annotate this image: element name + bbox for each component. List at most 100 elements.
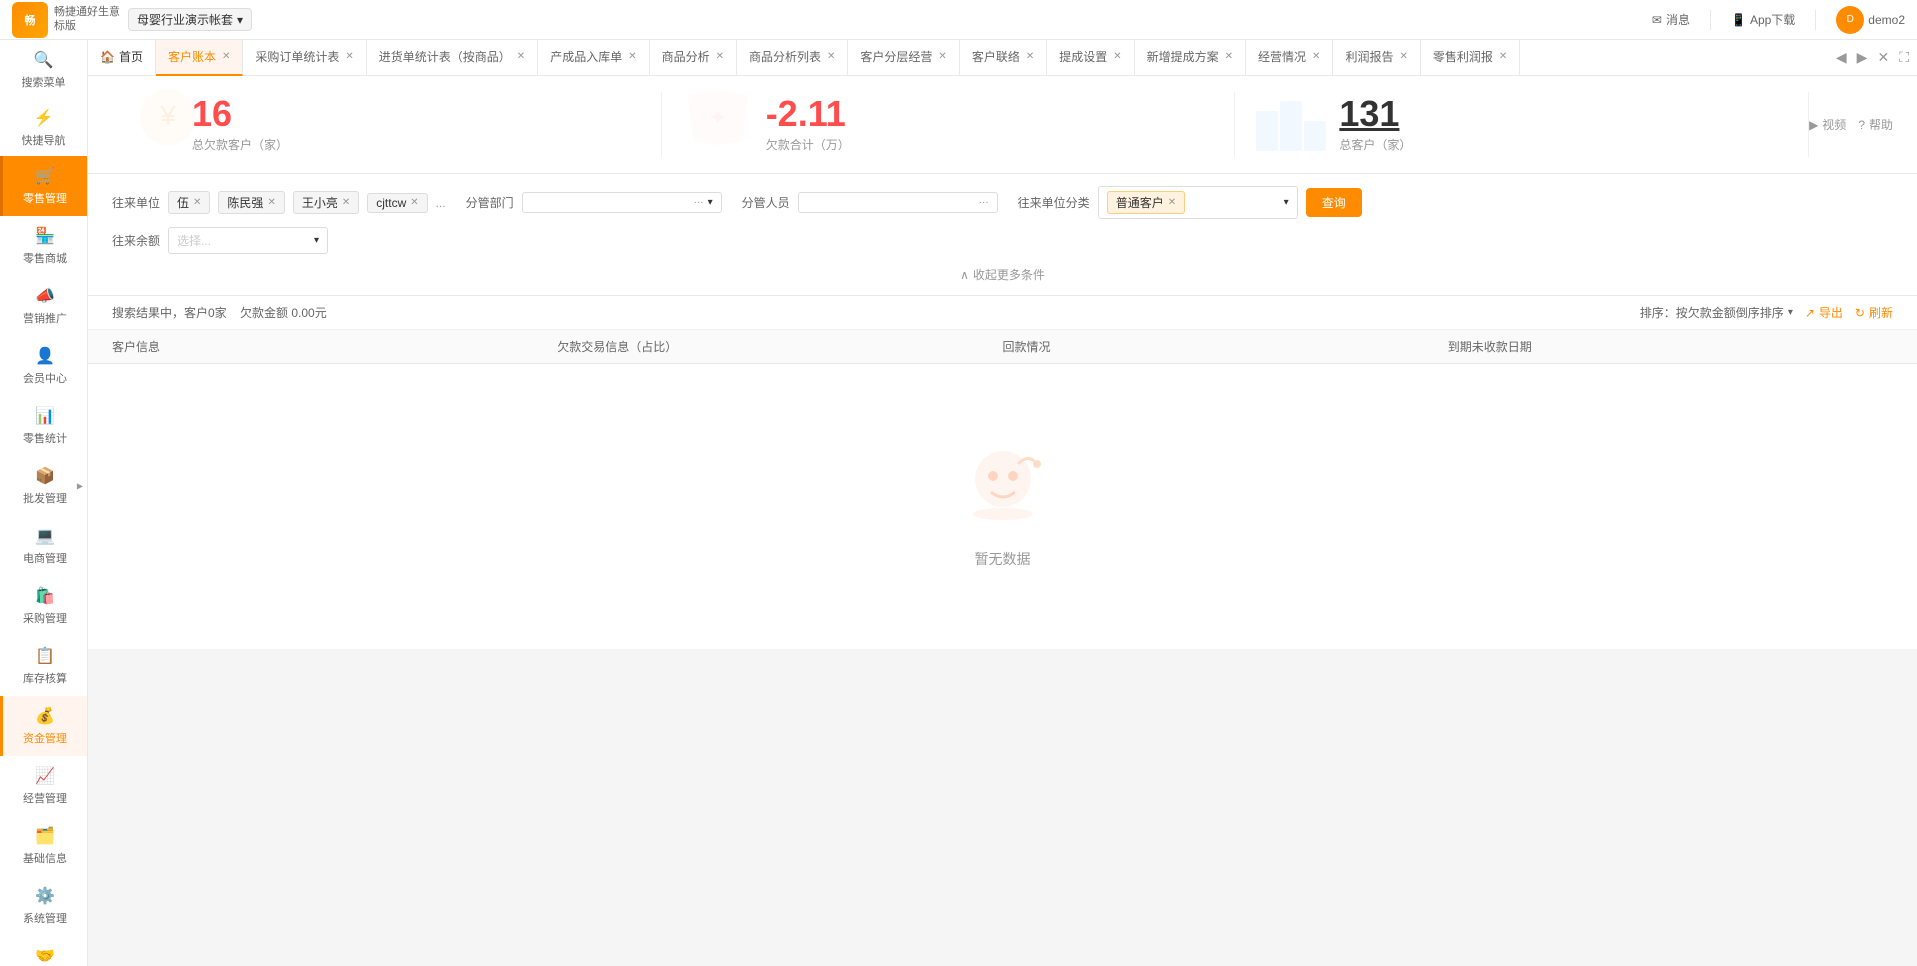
ecom-icon: 💻 (35, 526, 55, 546)
tab-shangpin-fenxi[interactable]: 商品分析 ✕ (650, 40, 737, 76)
tabs-fullscreen-btn[interactable]: ⛶ (1895, 47, 1913, 68)
svg-text:¥: ¥ (159, 100, 176, 131)
tab-close-shangpin-liebiao[interactable]: ✕ (827, 51, 835, 62)
filter-more-btn[interactable]: ... (436, 196, 446, 210)
sidebar-item-jichu[interactable]: 🗂️ 基础信息 (0, 816, 87, 876)
refresh-icon: ↻ (1855, 306, 1865, 320)
unit-type-label: 往来单位分类 (1018, 194, 1090, 211)
unit-label: 往来单位 (112, 194, 160, 211)
tab-close-kehu-zhangben[interactable]: ✕ (222, 51, 230, 62)
tab-kehu-zhangben[interactable]: 客户账本 ✕ (156, 40, 243, 76)
tab-close-lirun[interactable]: ✕ (1399, 51, 1407, 62)
refresh-btn[interactable]: ↻ 刷新 (1855, 304, 1893, 321)
tab-close-shangpin-fenxi[interactable]: ✕ (716, 51, 724, 62)
tabs-prev-btn[interactable]: ◀ (1832, 47, 1851, 68)
unit-type-tag: 普通客户 ✕ (1107, 191, 1185, 214)
stat3-value: 131 (1339, 96, 1411, 132)
sidebar-item-qiye-xieyi[interactable]: 🤝 企业协同 (0, 936, 87, 966)
filter-tag-chen-close[interactable]: ✕ (267, 197, 275, 208)
person-select[interactable]: ··· (798, 192, 998, 213)
filter-tag-wang-close[interactable]: ✕ (342, 197, 350, 208)
tab-close-lingshou-lirun[interactable]: ✕ (1499, 51, 1507, 62)
tab-close-caigou[interactable]: ✕ (345, 51, 353, 62)
tab-lirun[interactable]: 利润报告 ✕ (1333, 40, 1420, 76)
app-download-btn[interactable]: 📱 App下载 (1731, 11, 1795, 28)
dept-select[interactable]: ··· ▾ (522, 192, 722, 213)
person-more-icon: ··· (979, 197, 989, 208)
tab-close-jinhuo[interactable]: ✕ (517, 51, 525, 62)
export-btn[interactable]: ↗ 导出 (1805, 304, 1843, 321)
tab-close-xin-tigong[interactable]: ✕ (1225, 51, 1233, 62)
purchase-icon: 🛍️ (35, 586, 55, 606)
wholesale-icon: 📦 (35, 466, 55, 486)
tab-lingshou-lirun[interactable]: 零售利润报 ✕ (1421, 40, 1520, 76)
tabs-close-all-btn[interactable]: ✕ (1873, 47, 1893, 68)
sidebar-item-kucun[interactable]: 📋 库存核算 (0, 636, 87, 696)
stat3-bg-icon (1251, 91, 1331, 155)
member-icon: 👤 (35, 346, 55, 366)
svg-text:✦: ✦ (708, 105, 726, 130)
sort-selector[interactable]: 排序：按欠款金额倒序排序 ▾ (1640, 304, 1793, 321)
tab-close-kehu-fenceng[interactable]: ✕ (938, 51, 946, 62)
unit-type-tag-close[interactable]: ✕ (1168, 197, 1176, 208)
sidebar-item-huiyuan[interactable]: 👤 会员中心 (0, 336, 87, 396)
filter-area: 往来单位 伍 ✕ 陈民强 ✕ 王小亮 ✕ (88, 174, 1917, 296)
sidebar-item-zijin[interactable]: 💰 资金管理 (0, 696, 87, 756)
search-btn[interactable]: 查询 (1306, 188, 1362, 217)
unit-type-select[interactable]: 普通客户 ✕ ▾ (1098, 186, 1298, 219)
video-btn[interactable]: ▶ 视频 (1809, 116, 1846, 133)
sort-label: 排序：按欠款金额倒序排序 (1640, 304, 1784, 321)
message-icon: ✉ (1652, 13, 1662, 27)
divider (1710, 10, 1711, 30)
sidebar-quick-nav[interactable]: ⚡ 快捷导航 (0, 100, 87, 156)
tab-close-chanpin[interactable]: ✕ (628, 51, 636, 62)
unit-type-dropdown-icon: ▾ (1284, 197, 1289, 208)
tab-kehu-lianxi[interactable]: 客户联络 ✕ (960, 40, 1047, 76)
collapse-btn[interactable]: ∧ 收起更多条件 (960, 266, 1045, 283)
tab-close-jingying[interactable]: ✕ (1312, 51, 1320, 62)
marketing-icon: 📣 (35, 286, 55, 306)
tab-shangpin-liebiao[interactable]: 商品分析列表 ✕ (737, 40, 848, 76)
logo-area: 畅 畅捷通好生意 标版 (12, 2, 120, 38)
tab-home[interactable]: 🏠 首页 (88, 40, 156, 76)
tabs-next-btn[interactable]: ▶ (1853, 47, 1872, 68)
tab-xin-tigong[interactable]: 新增提成方案 ✕ (1135, 40, 1246, 76)
table-summary-bar: 搜索结果中，客户0家 欠款金额 0.00元 排序：按欠款金额倒序排序 ▾ ↗ (88, 296, 1917, 330)
stat2-value: -2.11 (766, 96, 850, 132)
filter-tag-cjttcw-close[interactable]: ✕ (410, 197, 418, 208)
sidebar-item-dianshanng[interactable]: 💻 电商管理 (0, 516, 87, 576)
tab-caigou-dingdan[interactable]: 采购订单统计表 ✕ (243, 40, 366, 76)
dept-more-icon: ··· (694, 197, 704, 208)
balance-select[interactable]: 选择... ▾ (168, 227, 328, 254)
th-customer: 客户信息 (112, 338, 557, 355)
store-icon: 🏪 (35, 226, 55, 246)
messages-btn[interactable]: ✉ 消息 (1652, 11, 1690, 28)
account-selector[interactable]: 母婴行业演示帐套 ▾ (128, 8, 252, 31)
help-btn[interactable]: ? 帮助 (1858, 116, 1893, 133)
sidebar-search[interactable]: 🔍 搜索菜单 (0, 40, 87, 100)
user-area[interactable]: D demo2 (1836, 6, 1905, 34)
balance-label: 往来余额 (112, 232, 160, 249)
basic-info-icon: 🗂️ (35, 826, 55, 846)
sidebar-item-pifa[interactable]: 📦 批发管理 ▶ (0, 456, 87, 516)
tab-chanpin[interactable]: 产成品入库单 ✕ (538, 40, 649, 76)
empty-state: 暂无数据 (88, 364, 1917, 649)
sidebar-item-jingying[interactable]: 📈 经营管理 (0, 756, 87, 816)
tab-close-tigong-shezhi[interactable]: ✕ (1113, 51, 1121, 62)
tab-close-kehu-lianxi[interactable]: ✕ (1026, 51, 1034, 62)
sidebar-item-lingshou-guanli[interactable]: 🛒 零售管理 (0, 156, 87, 216)
filter-tag-wu-close[interactable]: ✕ (193, 197, 201, 208)
tab-jingying[interactable]: 经营情况 ✕ (1246, 40, 1333, 76)
sidebar-item-xitong[interactable]: ⚙️ 系统管理 (0, 876, 87, 936)
operations-icon: 📈 (35, 766, 55, 786)
tab-kehu-fenceng[interactable]: 客户分层经营 ✕ (848, 40, 959, 76)
sidebar-item-lingshou-shangcheng[interactable]: 🏪 零售商城 (0, 216, 87, 276)
th-date: 到期未收款日期 (1448, 338, 1893, 355)
empty-text: 暂无数据 (975, 549, 1031, 569)
sidebar-item-caigou[interactable]: 🛍️ 采购管理 (0, 576, 87, 636)
filter-row-2: 往来余额 选择... ▾ (112, 227, 1893, 254)
tab-jinhuo[interactable]: 进货单统计表（按商品） ✕ (367, 40, 538, 76)
tab-tigong-shezhi[interactable]: 提成设置 ✕ (1047, 40, 1134, 76)
sidebar-item-lingshou-tongji[interactable]: 📊 零售统计 (0, 396, 87, 456)
sidebar-item-yingxiao[interactable]: 📣 营销推广 (0, 276, 87, 336)
